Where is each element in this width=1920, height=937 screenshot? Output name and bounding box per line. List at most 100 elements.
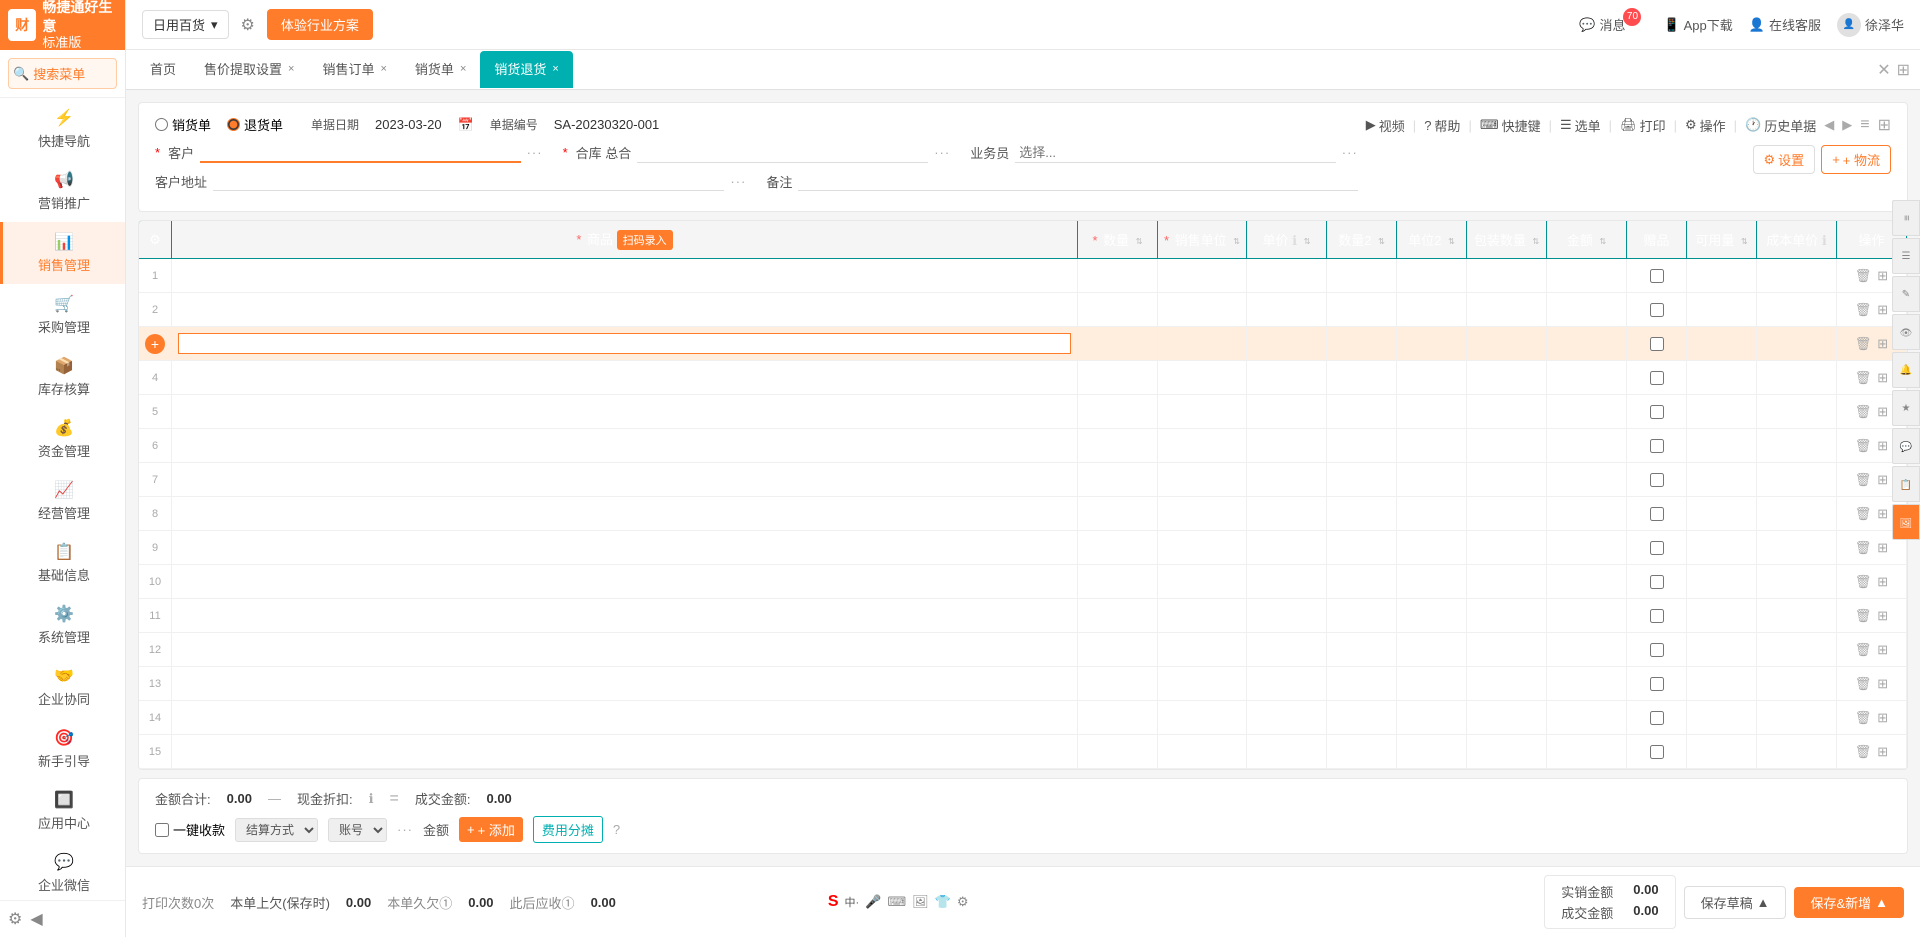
ime-btn2[interactable]: ⌨: [887, 894, 906, 910]
right-btn-9[interactable]: 🖼: [1892, 504, 1920, 540]
delete-icon[interactable]: 🗑: [1855, 710, 1872, 726]
customer-select-btn[interactable]: ···: [527, 145, 543, 160]
pkg-sort-icon[interactable]: ⇅: [1532, 237, 1539, 246]
copy-icon[interactable]: ⊞: [1877, 676, 1888, 692]
scan-btn[interactable]: 扫码录入: [617, 230, 673, 250]
sidebar-item-wechat-biz[interactable]: 💬 企业微信: [0, 842, 125, 900]
save-draft-btn[interactable]: 保存草稿 ▲: [1684, 886, 1787, 919]
delete-icon[interactable]: 🗑: [1855, 370, 1872, 386]
amount-sort-icon[interactable]: ⇅: [1599, 237, 1606, 246]
sidebar-item-app-center[interactable]: 🔲 应用中心: [0, 780, 125, 842]
row-qty-2[interactable]: [1077, 293, 1157, 327]
video-btn[interactable]: ▶ 视频: [1366, 116, 1405, 135]
delete-icon[interactable]: 🗑: [1855, 472, 1872, 488]
right-btn-6[interactable]: ★: [1892, 390, 1920, 426]
tab-sales-delivery-close[interactable]: ×: [460, 63, 466, 75]
app-download-btn[interactable]: 📱 App下载: [1663, 15, 1732, 34]
shortcut-btn[interactable]: ⌨ 快捷键: [1480, 116, 1541, 135]
delete-icon[interactable]: 🗑: [1855, 540, 1872, 556]
sidebar-collapse-btn[interactable]: ◀: [30, 909, 42, 929]
sidebar-item-sales-promo[interactable]: 📢 营销推广: [0, 160, 125, 222]
sidebar-item-fund-mgmt[interactable]: 💰 资金管理: [0, 408, 125, 470]
ime-btn1[interactable]: 🎤: [865, 894, 881, 910]
account-ellipsis-btn[interactable]: ···: [397, 822, 413, 837]
add-logistics-btn[interactable]: + + 物流: [1821, 145, 1891, 174]
delete-icon[interactable]: 🗑: [1855, 744, 1872, 760]
right-btn-4[interactable]: 👁: [1892, 314, 1920, 350]
online-service-btn[interactable]: 👤 在线客服: [1749, 15, 1821, 34]
copy-icon[interactable]: ⊞: [1877, 642, 1888, 658]
copy-row-1-icon[interactable]: ⊞: [1877, 268, 1888, 284]
row-pkg-3[interactable]: [1467, 327, 1547, 361]
row-pkg-1[interactable]: [1467, 259, 1547, 293]
save-new-btn[interactable]: 保存&新增 ▲: [1794, 887, 1904, 918]
tab-home[interactable]: 首页: [136, 51, 190, 88]
tab-sales-return-close[interactable]: ×: [552, 63, 558, 75]
user-profile-btn[interactable]: 👤 徐泽华: [1837, 13, 1904, 37]
row-unit-3[interactable]: [1157, 327, 1246, 361]
sidebar-item-ops-mgmt[interactable]: 📈 经营管理: [0, 470, 125, 532]
row-goods-2[interactable]: [172, 293, 1078, 327]
sidebar-item-sales-mgmt[interactable]: 📊 销售管理: [0, 222, 125, 284]
one-click-pay-checkbox[interactable]: [155, 823, 169, 837]
delete-icon[interactable]: 🗑: [1855, 506, 1872, 522]
view-grid-icon[interactable]: ⊞: [1878, 115, 1891, 135]
cost-info-icon[interactable]: ℹ: [1822, 233, 1827, 248]
tab-sales-return[interactable]: 销货退货 ×: [480, 51, 572, 88]
price-sort-icon[interactable]: ⇅: [1304, 237, 1311, 246]
industry-dropdown[interactable]: 日用百货 ▾: [142, 10, 229, 39]
avail-sort-icon[interactable]: ⇅: [1741, 237, 1748, 246]
delete-icon[interactable]: 🗑: [1855, 404, 1872, 420]
sidebar-item-inventory[interactable]: 📦 库存核算: [0, 346, 125, 408]
qty2-sort-icon[interactable]: ⇅: [1378, 237, 1385, 246]
right-btn-7[interactable]: 💬: [1892, 428, 1920, 464]
copy-icon[interactable]: ⊞: [1877, 472, 1888, 488]
row-qty2-2[interactable]: [1327, 293, 1397, 327]
message-btn[interactable]: 💬 消息 70: [1579, 15, 1647, 34]
settings-btn[interactable]: ⚙ 设置: [1753, 145, 1816, 174]
row-amount-1[interactable]: [1547, 259, 1627, 293]
row-pkg-2[interactable]: [1467, 293, 1547, 327]
copy-row-3-icon[interactable]: ⊞: [1877, 336, 1888, 352]
view-list-icon[interactable]: ≡: [1860, 116, 1869, 134]
row-price-3[interactable]: [1247, 327, 1327, 361]
copy-icon[interactable]: ⊞: [1877, 540, 1888, 556]
tab-sales-order[interactable]: 销售订单 ×: [308, 51, 400, 88]
right-btn-8[interactable]: 📋: [1892, 466, 1920, 502]
row-amount-3[interactable]: [1547, 327, 1627, 361]
row-goods-1[interactable]: [172, 259, 1078, 293]
delete-icon[interactable]: 🗑: [1855, 608, 1872, 624]
tab-close-all-icon[interactable]: ✕: [1877, 60, 1890, 80]
copy-row-2-icon[interactable]: ⊞: [1877, 302, 1888, 318]
row-unit2-3[interactable]: [1397, 327, 1467, 361]
row-goods-3[interactable]: [172, 327, 1078, 361]
select-btn[interactable]: ☰ 选单: [1560, 116, 1601, 135]
sidebar-settings-btn[interactable]: ⚙: [8, 909, 22, 929]
row-avail-3[interactable]: [1687, 327, 1757, 361]
topbar-settings-icon[interactable]: ⚙: [241, 15, 255, 35]
customer-input[interactable]: [200, 142, 521, 163]
warehouse-select-btn[interactable]: ···: [934, 145, 950, 160]
tab-menu-icon[interactable]: ⊞: [1897, 60, 1910, 80]
address-select-btn[interactable]: ···: [730, 174, 746, 189]
copy-icon[interactable]: ⊞: [1877, 608, 1888, 624]
row-cost-3[interactable]: [1757, 327, 1837, 361]
staff-input[interactable]: [1015, 143, 1336, 163]
row-gift-2[interactable]: [1627, 293, 1687, 327]
goods-input-3[interactable]: [178, 333, 1071, 354]
delete-row-3-icon[interactable]: 🗑: [1855, 336, 1872, 352]
fee-split-btn[interactable]: 费用分摊: [533, 816, 603, 843]
ime-btn5[interactable]: ⚙: [957, 894, 969, 910]
row-avail-2[interactable]: [1687, 293, 1757, 327]
row-cost-1[interactable]: [1757, 259, 1837, 293]
row-gift-1[interactable]: [1627, 259, 1687, 293]
copy-icon[interactable]: ⊞: [1877, 404, 1888, 420]
row-avail-1[interactable]: [1687, 259, 1757, 293]
history-nav-prev[interactable]: ◀: [1824, 117, 1834, 133]
search-menu-button[interactable]: 🔍 搜索菜单: [8, 58, 117, 89]
column-settings-icon[interactable]: ⚙: [149, 232, 161, 247]
row-gift-3[interactable]: [1627, 327, 1687, 361]
delete-icon[interactable]: 🗑: [1855, 438, 1872, 454]
row-unit2-1[interactable]: [1397, 259, 1467, 293]
copy-icon[interactable]: ⊞: [1877, 506, 1888, 522]
